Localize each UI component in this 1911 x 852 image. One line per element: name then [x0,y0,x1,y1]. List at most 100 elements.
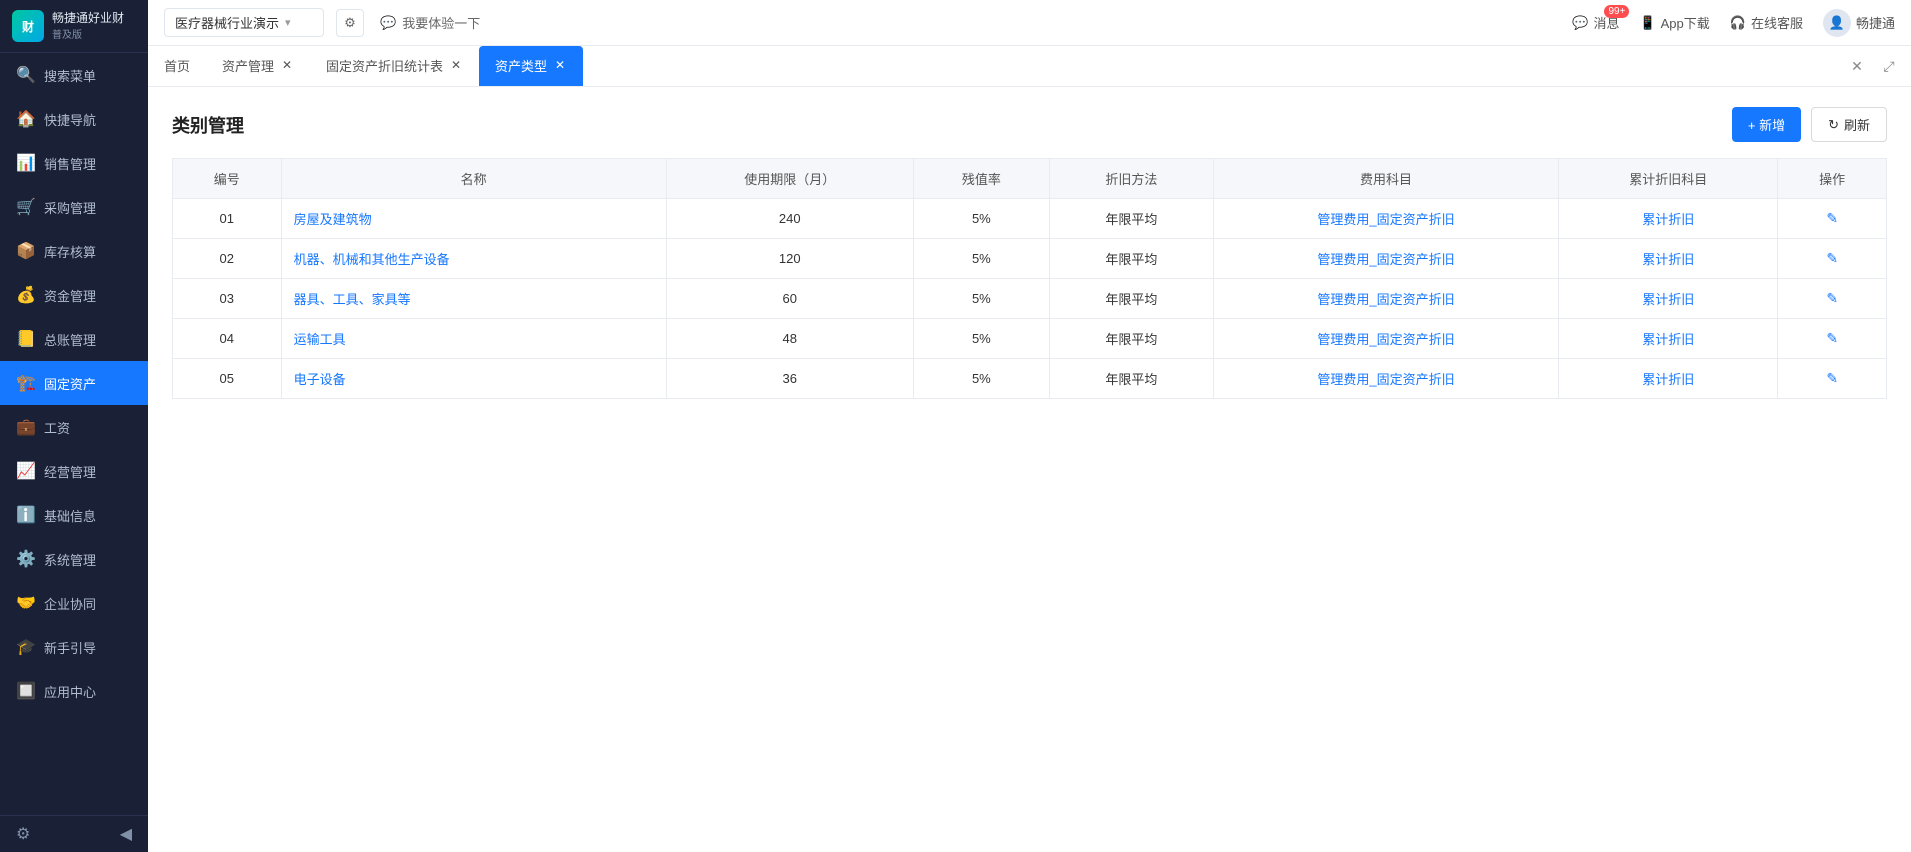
row-edit-button[interactable]: ✎ [1778,359,1887,399]
tab-asset-mgmt[interactable]: 资产管理✕ [206,46,310,86]
sidebar-item-quicknav[interactable]: 🏠 快捷导航 [0,97,148,141]
expand-window-button[interactable]: ⤢ [1875,52,1903,80]
fixed-icon: 🏗️ [16,373,34,393]
tab-depreciation-report[interactable]: 固定资产折旧统计表 ✕ [310,46,479,86]
row-period: 60 [666,279,913,319]
tab-label-home: 首页 [164,56,190,75]
sidebar-item-operations[interactable]: 📈 经营管理 [0,449,148,493]
operations-icon: 📈 [16,461,34,481]
tab-close-asset-type[interactable]: ✕ [553,58,567,72]
row-edit-button[interactable]: ✎ [1778,199,1887,239]
online-service-label: 在线客服 [1751,13,1803,32]
sidebar-item-guide[interactable]: 🎓 新手引导 [0,625,148,669]
row-expense: 管理费用_固定资产折旧 [1213,239,1558,279]
sidebar-item-system[interactable]: ⚙️ 系统管理 [0,537,148,581]
online-service-button[interactable]: 🎧 在线客服 [1730,13,1803,32]
page-header: 类别管理 + 新增 ↻ 刷新 [172,107,1887,142]
notification-badge: 99+ [1604,5,1629,18]
row-edit-button[interactable]: ✎ [1778,279,1887,319]
sidebar-item-appstore[interactable]: 🔲 应用中心 [0,669,148,713]
chat-icon: 💬 [380,15,396,31]
sidebar-item-enterprise[interactable]: 🤝 企业协同 [0,581,148,625]
page-content: 类别管理 + 新增 ↻ 刷新 编号名称使用期限（月）残值率折旧方法费用科目累计折… [148,87,1911,852]
sidebar-item-purchase[interactable]: 🛒 采购管理 [0,185,148,229]
system-icon: ⚙️ [16,549,34,569]
sales-icon: 📊 [16,153,34,173]
new-button[interactable]: + 新增 [1732,107,1801,142]
tabs-bar: 首页资产管理✕固定资产折旧统计表✕资产类型✕ ✕ ⤢ [148,46,1911,87]
row-method: 年限平均 [1049,279,1213,319]
row-residual: 5% [913,359,1049,399]
col-header-4: 折旧方法 [1049,159,1213,199]
sidebar-item-label-basic: 基础信息 [44,506,96,525]
sidebar-item-basic[interactable]: ℹ️ 基础信息 [0,493,148,537]
basic-icon: ℹ️ [16,505,34,525]
sidebar-item-label-guide: 新手引导 [44,638,96,657]
col-header-3: 残值率 [913,159,1049,199]
sidebar-item-label-purchase: 采购管理 [44,198,96,217]
sidebar-item-capital[interactable]: 💰 资金管理 [0,273,148,317]
row-residual: 5% [913,279,1049,319]
sidebar-item-inventory[interactable]: 📦 库存核算 [0,229,148,273]
row-accumulated: 累计折旧 [1559,359,1778,399]
row-period: 240 [666,199,913,239]
row-residual: 5% [913,239,1049,279]
company-selector[interactable]: 医疗器械行业演示 ▾ [164,8,324,37]
table-row: 04 运输工具 48 5% 年限平均 管理费用_固定资产折旧 累计折旧 ✎ [173,319,1887,359]
avatar: 👤 [1823,9,1851,37]
col-header-6: 累计折旧科目 [1559,159,1778,199]
row-period: 120 [666,239,913,279]
user-button[interactable]: 👤 畅捷通 [1823,9,1895,37]
sidebar-item-label-capital: 资金管理 [44,286,96,305]
close-icon: ✕ [1851,58,1863,75]
user-icon: 👤 [1829,15,1845,31]
page-actions: + 新增 ↻ 刷新 [1732,107,1887,142]
sidebar-bottom: ⚙ ◀ [0,815,148,852]
capital-icon: 💰 [16,285,34,305]
sidebar-item-payroll[interactable]: 💼 工资 [0,405,148,449]
close-window-button[interactable]: ✕ [1843,52,1871,80]
logo-text: 畅捷通好业财 [52,11,124,27]
enterprise-icon: 🤝 [16,593,34,613]
company-name: 医疗器械行业演示 [175,13,279,32]
row-edit-button[interactable]: ✎ [1778,319,1887,359]
settings-icon[interactable]: ⚙ [16,824,30,844]
tab-home[interactable]: 首页 [148,46,206,86]
row-expense: 管理费用_固定资产折旧 [1213,279,1558,319]
tab-label-depreciation-report: 固定资产折旧统计表 [326,56,443,75]
guide-icon: 🎓 [16,637,34,657]
username-label: 畅捷通 [1856,13,1895,32]
row-edit-button[interactable]: ✎ [1778,239,1887,279]
quicknav-icon: 🏠 [16,109,34,129]
row-code: 04 [173,319,282,359]
row-accumulated: 累计折旧 [1559,279,1778,319]
row-accumulated: 累计折旧 [1559,239,1778,279]
row-code: 01 [173,199,282,239]
sidebar-item-ledger[interactable]: 📒 总账管理 [0,317,148,361]
tab-asset-type[interactable]: 资产类型✕ [479,46,583,86]
tab-close-depreciation-report[interactable]: ✕ [449,58,463,72]
sidebar-item-sales[interactable]: 📊 销售管理 [0,141,148,185]
tab-close-asset-mgmt[interactable]: ✕ [280,58,294,72]
topbar-right: 💬 消息 99+ 📱 App下载 🎧 在线客服 👤 畅捷通 [1572,9,1895,37]
sidebar: 财 畅捷通好业财 普及版 🔍 搜索菜单 🏠 快捷导航 📊 销售管理 🛒 采购管理… [0,0,148,852]
sidebar-item-label-payroll: 工资 [44,418,70,437]
gear-icon: ⚙ [344,15,356,31]
experience-button[interactable]: 💬 我要体验一下 [380,13,480,32]
sidebar-item-search[interactable]: 🔍 搜索菜单 [0,53,148,97]
row-residual: 5% [913,319,1049,359]
row-name: 器具、工具、家具等 [281,279,666,319]
sidebar-logo: 财 畅捷通好业财 普及版 [0,0,148,53]
sidebar-item-fixed[interactable]: 🏗️ 固定资产 [0,361,148,405]
row-method: 年限平均 [1049,359,1213,399]
notification-button[interactable]: 💬 消息 99+ [1572,13,1619,32]
settings-button[interactable]: ⚙ [336,9,364,37]
row-code: 05 [173,359,282,399]
row-method: 年限平均 [1049,319,1213,359]
row-accumulated: 累计折旧 [1559,199,1778,239]
collapse-icon[interactable]: ◀ [120,824,132,844]
row-name: 运输工具 [281,319,666,359]
app-download-button[interactable]: 📱 App下载 [1639,13,1709,32]
window-controls: ✕ ⤢ [1835,52,1911,80]
refresh-button[interactable]: ↻ 刷新 [1811,107,1887,142]
